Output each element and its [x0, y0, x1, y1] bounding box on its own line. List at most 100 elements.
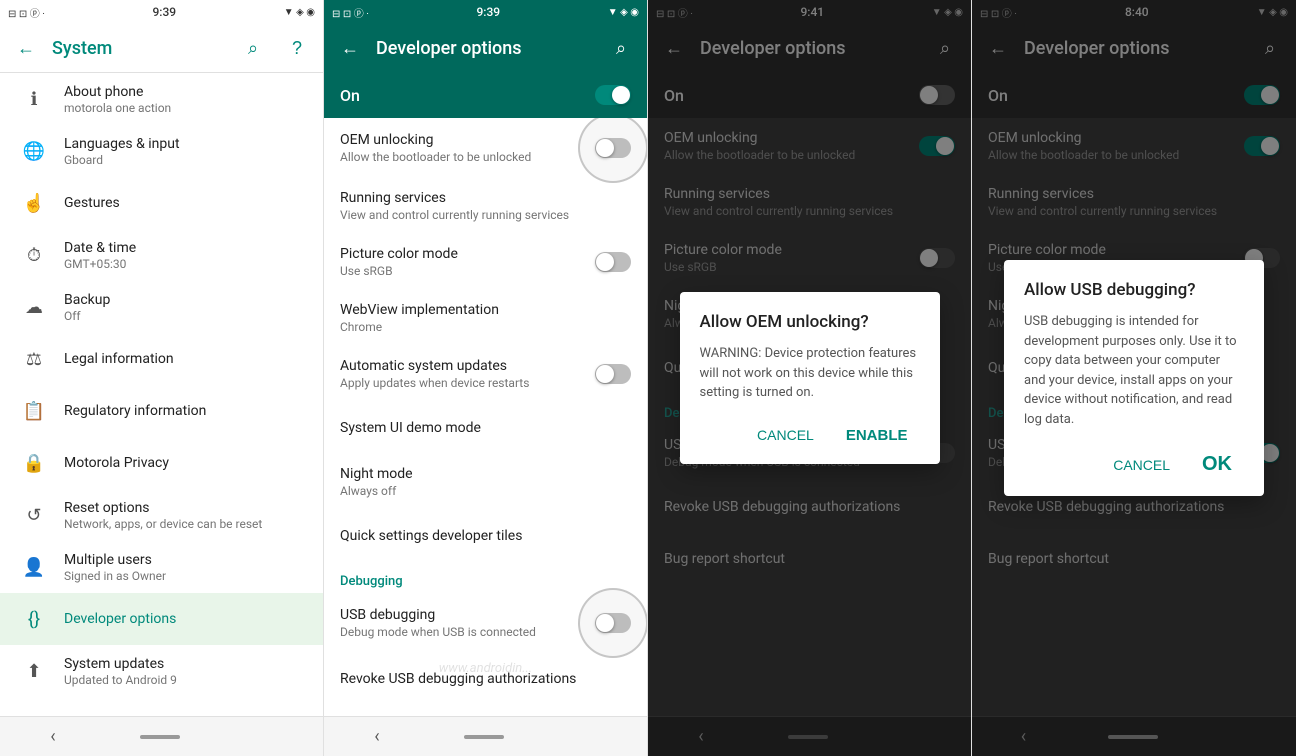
status-icons-right-2: ▼ ◈ ◉ [608, 7, 639, 18]
menu-item-legal[interactable]: ⚖ Legal information [0, 333, 323, 385]
oem-dialog-message: WARNING: Device protection features will… [700, 344, 920, 403]
dev-settings-list-2: OEM unlocking Allow the bootloader to be… [324, 118, 647, 716]
autoupdate-subtitle-2: Apply updates when device restarts [340, 376, 595, 390]
toolbar-dev-2: ← Developer options ⌕ [324, 24, 647, 72]
menu-item-updates[interactable]: ⬆ System updates Updated to Android 9 [0, 645, 323, 697]
menu-title-datetime: Date & time [64, 240, 136, 256]
settings-item-qstiles-2[interactable]: Quick settings developer tiles [324, 510, 647, 562]
menu-item-datetime[interactable]: ⏱ Date & time GMT+05:30 [0, 229, 323, 281]
menu-item-gestures[interactable]: ☝ Gestures [0, 177, 323, 229]
nav-indicator-2 [464, 735, 504, 739]
menu-item-backup[interactable]: ☁ Backup Off [0, 281, 323, 333]
menu-title-privacy: Motorola Privacy [64, 455, 169, 471]
color-title-2: Picture color mode [340, 246, 595, 262]
reset-icon: ↺ [16, 497, 52, 533]
menu-title-developer: Developer options [64, 611, 176, 627]
settings-item-autoupdate-2[interactable]: Automatic system updates Apply updates w… [324, 346, 647, 402]
legal-icon: ⚖ [16, 341, 52, 377]
menu-title-backup: Backup [64, 292, 110, 308]
menu-subtitle-updates: Updated to Android 9 [64, 673, 177, 687]
menu-title-multiuser: Multiple users [64, 552, 166, 568]
usb-cancel-button[interactable]: Cancel [1101, 445, 1182, 484]
usb-dialog-title: Allow USB debugging? [1024, 280, 1244, 300]
oem-enable-button[interactable]: Enable [834, 419, 920, 452]
back-button-dev-2[interactable]: ← [332, 30, 368, 66]
gestures-icon: ☝ [16, 185, 52, 221]
oem-subtitle-2: Allow the bootloader to be unlocked [340, 150, 595, 164]
menu-text-developer: Developer options [64, 611, 176, 627]
panel-system: ⊟ ⊡ ⓟ · 9:39 ▼ ◈ ◉ ← System ⌕ ? ℹ About … [0, 0, 324, 756]
search-button-system[interactable]: ⌕ [235, 30, 271, 66]
menu-text-languages: Languages & input Gboard [64, 136, 180, 167]
bottom-nav-1: ‹ [0, 716, 323, 756]
settings-item-usb-2[interactable]: USB debugging Debug mode when USB is con… [324, 593, 647, 653]
back-button-system[interactable]: ← [8, 30, 44, 66]
settings-item-night-2[interactable]: Night mode Always off [324, 454, 647, 510]
settings-item-revoke-2[interactable]: Revoke USB debugging authorizations [324, 653, 647, 705]
bottom-nav-2: ‹ [324, 716, 647, 756]
qstiles-text-2: Quick settings developer tiles [340, 528, 631, 544]
privacy-icon: 🔒 [16, 445, 52, 481]
menu-item-reset[interactable]: ↺ Reset options Network, apps, or device… [0, 489, 323, 541]
nav-back-1[interactable]: ‹ [34, 722, 71, 751]
status-time-2: 9:39 [476, 5, 500, 19]
settings-item-webview-2[interactable]: WebView implementation Chrome [324, 290, 647, 346]
menu-title-reset: Reset options [64, 500, 262, 516]
oem-dialog: Allow OEM unlocking? WARNING: Device pro… [680, 292, 940, 464]
panel-developer-usb-dialog: ⊟ ⊡ ⓟ · 8:40 ▼ ◈ ◉ ← Developer options ⌕… [972, 0, 1296, 756]
color-text-2: Picture color mode Use sRGB [340, 246, 595, 278]
menu-subtitle-about: motorola one action [64, 101, 171, 115]
on-bar-2: On [324, 72, 647, 118]
usb-title-2: USB debugging [340, 607, 595, 623]
menu-title-gestures: Gestures [64, 195, 120, 211]
menu-item-developer[interactable]: {} Developer options [0, 593, 323, 645]
usb-ok-button[interactable]: OK [1190, 445, 1244, 484]
settings-item-oem-2[interactable]: OEM unlocking Allow the bootloader to be… [324, 118, 647, 178]
usb-subtitle-2: Debug mode when USB is connected [340, 625, 595, 639]
menu-text-datetime: Date & time GMT+05:30 [64, 240, 136, 271]
running-subtitle-2: View and control currently running servi… [340, 208, 631, 222]
settings-item-bugreport-2[interactable]: Bug report shortcut [324, 705, 647, 716]
help-button-system[interactable]: ? [279, 30, 315, 66]
nav-indicator-1 [140, 735, 180, 739]
usb-dialog-overlay: Allow USB debugging? USB debugging is in… [972, 0, 1296, 756]
menu-item-about[interactable]: ℹ About phone motorola one action [0, 73, 323, 125]
oem-cancel-button[interactable]: Cancel [745, 419, 826, 452]
usb-toggle-container-2 [595, 605, 631, 641]
nav-back-2[interactable]: ‹ [358, 722, 395, 751]
usb-dialog-actions: Cancel OK [1024, 445, 1244, 484]
status-time-1: 9:39 [152, 5, 176, 19]
menu-item-languages[interactable]: 🌐 Languages & input Gboard [0, 125, 323, 177]
on-toggle-2[interactable] [595, 85, 631, 105]
menu-item-regulatory[interactable]: 📋 Regulatory information [0, 385, 323, 437]
search-button-dev-2[interactable]: ⌕ [603, 30, 639, 66]
webview-subtitle-2: Chrome [340, 320, 631, 334]
menu-title-legal: Legal information [64, 351, 174, 367]
status-icons-right-1: ▼ ◈ ◉ [284, 7, 315, 18]
settings-item-running-2[interactable]: Running services View and control curren… [324, 178, 647, 234]
status-icons-left: ⊟ ⊡ ⓟ · [8, 5, 45, 20]
settings-item-color-2[interactable]: Picture color mode Use sRGB [324, 234, 647, 290]
oem-toggle-container [595, 130, 631, 166]
status-bar-2: ⊟ ⊡ ⓟ · 9:39 ▼ ◈ ◉ [324, 0, 647, 24]
menu-subtitle-languages: Gboard [64, 153, 180, 167]
debugging-header-2: Debugging [324, 562, 647, 593]
usb-toggle-2[interactable] [595, 613, 631, 633]
revoke-title-2: Revoke USB debugging authorizations [340, 671, 631, 687]
regulatory-icon: 📋 [16, 393, 52, 429]
updates-icon: ⬆ [16, 653, 52, 689]
oem-title-2: OEM unlocking [340, 132, 595, 148]
usb-dialog: Allow USB debugging? USB debugging is in… [1004, 260, 1264, 496]
menu-item-privacy[interactable]: 🔒 Motorola Privacy [0, 437, 323, 489]
menu-item-multiuser[interactable]: 👤 Multiple users Signed in as Owner [0, 541, 323, 593]
settings-item-demo-2[interactable]: System UI demo mode [324, 402, 647, 454]
menu-title-languages: Languages & input [64, 136, 180, 152]
menu-text-updates: System updates Updated to Android 9 [64, 656, 177, 687]
color-toggle-2[interactable] [595, 252, 631, 272]
running-title-2: Running services [340, 190, 631, 206]
status-bar-1: ⊟ ⊡ ⓟ · 9:39 ▼ ◈ ◉ [0, 0, 323, 24]
autoupdate-toggle-2[interactable] [595, 364, 631, 384]
oem-toggle-2[interactable] [595, 138, 631, 158]
night-text-2: Night mode Always off [340, 466, 631, 498]
menu-text-reset: Reset options Network, apps, or device c… [64, 500, 262, 531]
